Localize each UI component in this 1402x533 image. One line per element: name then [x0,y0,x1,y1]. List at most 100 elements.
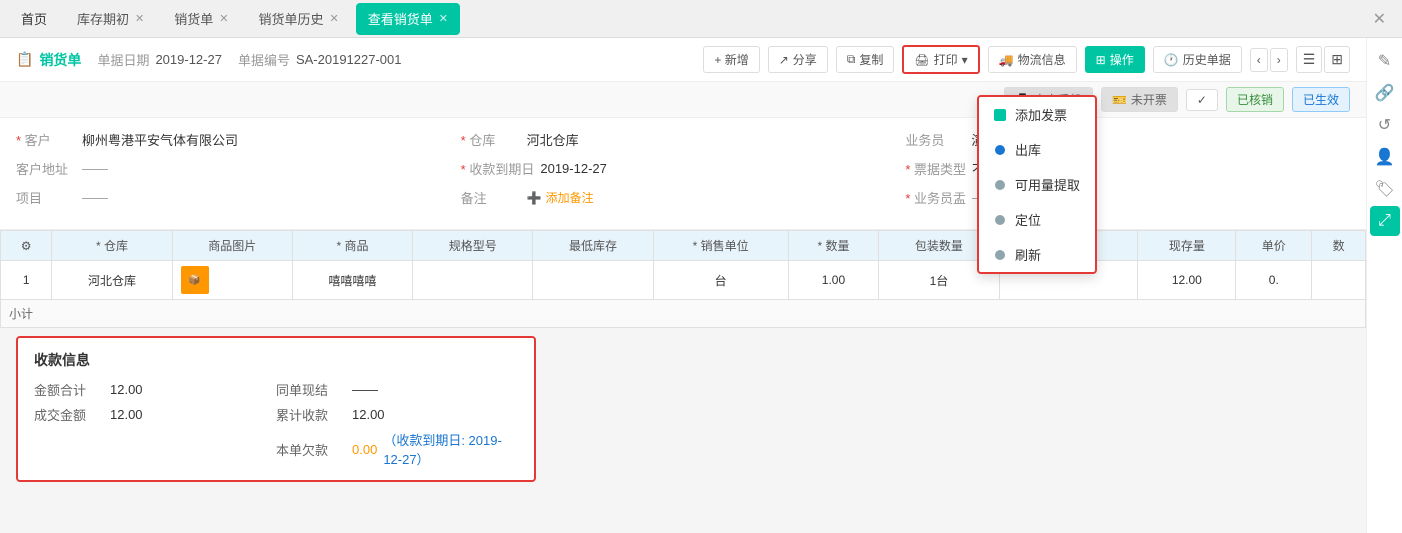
payment-date-field: 收款到期日 2019-12-27 [461,159,906,178]
nav-arrows: ‹ › [1250,48,1288,72]
document-header: 📋 销货单 单据日期 2019-12-27 单据编号 SA-20191227-0… [0,38,1366,82]
sidebar-tag-icon[interactable]: 🏷 [1370,174,1400,204]
check-button[interactable]: ✓ [1186,89,1218,111]
employee-label: 业务员 [905,130,965,149]
project-label: 项目 [16,188,76,207]
warehouse-field: 仓库 河北仓库 [461,130,906,149]
col-product: * 商品 [292,231,412,261]
form-area: 客户 柳州粤港平安气体有限公司 仓库 河北仓库 业务员 演示账号 客户地址 ——… [0,118,1366,230]
doc-type-label: 销货单 [39,50,81,70]
cumulative-value: 12.00 [352,407,385,422]
tab-view-sales[interactable]: 查看销货单 ✕ [356,3,460,35]
status-bar: 📱 来自手机 🎫 未开票 ✓ 已核销 已生效 [0,82,1366,118]
due-label: 本单欠款 [276,440,346,459]
sidebar-expand-icon[interactable]: ⤢ [1370,206,1400,236]
sidebar-rotate-icon[interactable]: ↺ [1370,110,1400,140]
payment-date-value: 2019-12-27 [540,161,607,176]
main-content: 📋 销货单 单据日期 2019-12-27 单据编号 SA-20191227-0… [0,38,1366,490]
phone-icon: 📱 [1015,93,1030,107]
row-index: 1 [1,261,52,300]
transaction-label: 成交金额 [34,405,104,424]
due-value: 0.00 [352,442,377,457]
form-row-1: 客户 柳州粤港平安气体有限公司 仓库 河北仓库 业务员 演示账号 [16,130,1350,149]
home-label: 首页 [21,9,47,28]
history-button[interactable]: 🕐 历史单据 [1153,46,1242,73]
table-row: 1 河北仓库 📦 嘻嘻嘻嘻 台 1.00 1台 12.00 0. [1,261,1366,300]
subtotal-label: 小计 [1,300,1366,328]
operations-button[interactable]: ⊞ 操作 [1085,46,1145,73]
add-note-button[interactable]: ➕ 添加备注 [527,189,594,206]
table-header-row: ⚙ * 仓库 商品图片 * 商品 规格型号 最低库存 * 销售单位 * 数量 包… [1,231,1366,261]
doc-title: 📋 销货单 [16,50,81,70]
notes-label: 备注 [461,188,521,207]
transaction-row: 成交金额 12.00 [34,405,276,424]
view-sales-label: 查看销货单 [368,9,433,28]
products-table: ⚙ * 仓库 商品图片 * 商品 规格型号 最低库存 * 销售单位 * 数量 包… [0,230,1366,328]
new-button[interactable]: + 新增 [703,46,759,73]
customer-value: 柳州粤港平安气体有限公司 [82,130,238,149]
inventory-init-label: 库存期初 [77,9,129,28]
payment-date-label: 收款到期日 [461,159,535,178]
tab-home[interactable]: 首页 [8,3,60,35]
row-unit-price: 0. [1236,261,1312,300]
tab-close-sales[interactable]: ✕ [219,12,228,25]
number-value: SA-20191227-001 [296,52,402,67]
customer-field: 客户 柳州粤港平安气体有限公司 [16,130,461,149]
row-spec [413,261,533,300]
ticket-type-value: 不开票 [972,159,1011,178]
col-image: 商品图片 [172,231,292,261]
tab-close-view-sales[interactable]: ✕ [439,12,448,25]
tab-close-history[interactable]: ✕ [330,12,339,25]
list-view-button[interactable]: ☰ [1296,46,1323,73]
col-available: 可用量（... [999,231,1138,261]
employee-field: 业务员 演示账号 [905,130,1350,149]
from-phone-button[interactable]: 📱 来自手机 [1004,87,1093,112]
payment-grid: 金额合计 12.00 同单现结 —— 成交金额 12.00 累计收款 12.00… [34,380,518,468]
sidebar-user-icon[interactable]: 👤 [1370,142,1400,172]
biz-employee-field: 业务员盂 —— [905,188,1350,207]
sidebar-link-icon[interactable]: 🔗 [1370,78,1400,108]
copy-button[interactable]: ⧉ 复制 [836,46,895,73]
row-available [999,261,1138,300]
total-amount-row: 金额合计 12.00 [34,380,276,399]
due-row: 本单欠款 0.00 （收款到期日: 2019-12-27） [276,430,518,468]
col-unit-price: 单价 [1236,231,1312,261]
transaction-value: 12.00 [110,407,143,422]
customer-addr-label: 客户地址 [16,159,76,178]
row-sales-unit: 台 [653,261,788,300]
col-warehouse: * 仓库 [52,231,172,261]
warehouse-label: 仓库 [461,130,521,149]
print-button[interactable]: 🖨 打印 ▾ [902,45,979,74]
operations-icon: ⊞ [1096,53,1106,67]
print-arrow: ▾ [962,53,968,67]
ticket-icon: 🎫 [1112,93,1127,107]
tab-inventory-init[interactable]: 库存期初 ✕ [64,3,157,35]
row-product-img: 📦 [172,261,292,300]
next-button[interactable]: › [1270,48,1288,72]
share-icon: ↗ [779,53,789,67]
project-value: —— [82,190,108,205]
window-close-button[interactable]: ✕ [1365,5,1394,33]
share-button[interactable]: ↗ 分享 [768,46,828,73]
col-extra: 数 [1312,231,1366,261]
tab-sales-history[interactable]: 销货单历史 ✕ [245,3,351,35]
tab-close-inventory[interactable]: ✕ [135,12,144,25]
plus-icon: ➕ [527,191,542,205]
col-settings[interactable]: ⚙ [1,231,52,261]
row-quantity: 1.00 [788,261,879,300]
tab-sales-order[interactable]: 销货单 ✕ [161,3,241,35]
prev-button[interactable]: ‹ [1250,48,1268,72]
copy-icon: ⧉ [847,52,856,67]
tab-bar: 首页 库存期初 ✕ 销货单 ✕ 销货单历史 ✕ 查看销货单 ✕ ✕ [0,0,1402,38]
notes-field: 备注 ➕ 添加备注 [461,188,906,207]
logistics-button[interactable]: 🚚 物流信息 [988,46,1077,73]
effective-badge: 已生效 [1292,87,1350,112]
customer-addr-value: —— [82,161,108,176]
col-sales-unit: * 销售单位 [653,231,788,261]
total-amount-value: 12.00 [110,382,143,397]
sales-history-label: 销货单历史 [258,9,323,28]
sidebar-edit-icon[interactable]: ✎ [1370,46,1400,76]
not-opened-button[interactable]: 🎫 未开票 [1101,87,1178,112]
row-current-stock: 12.00 [1138,261,1236,300]
grid-view-button[interactable]: ⊞ [1324,46,1350,73]
